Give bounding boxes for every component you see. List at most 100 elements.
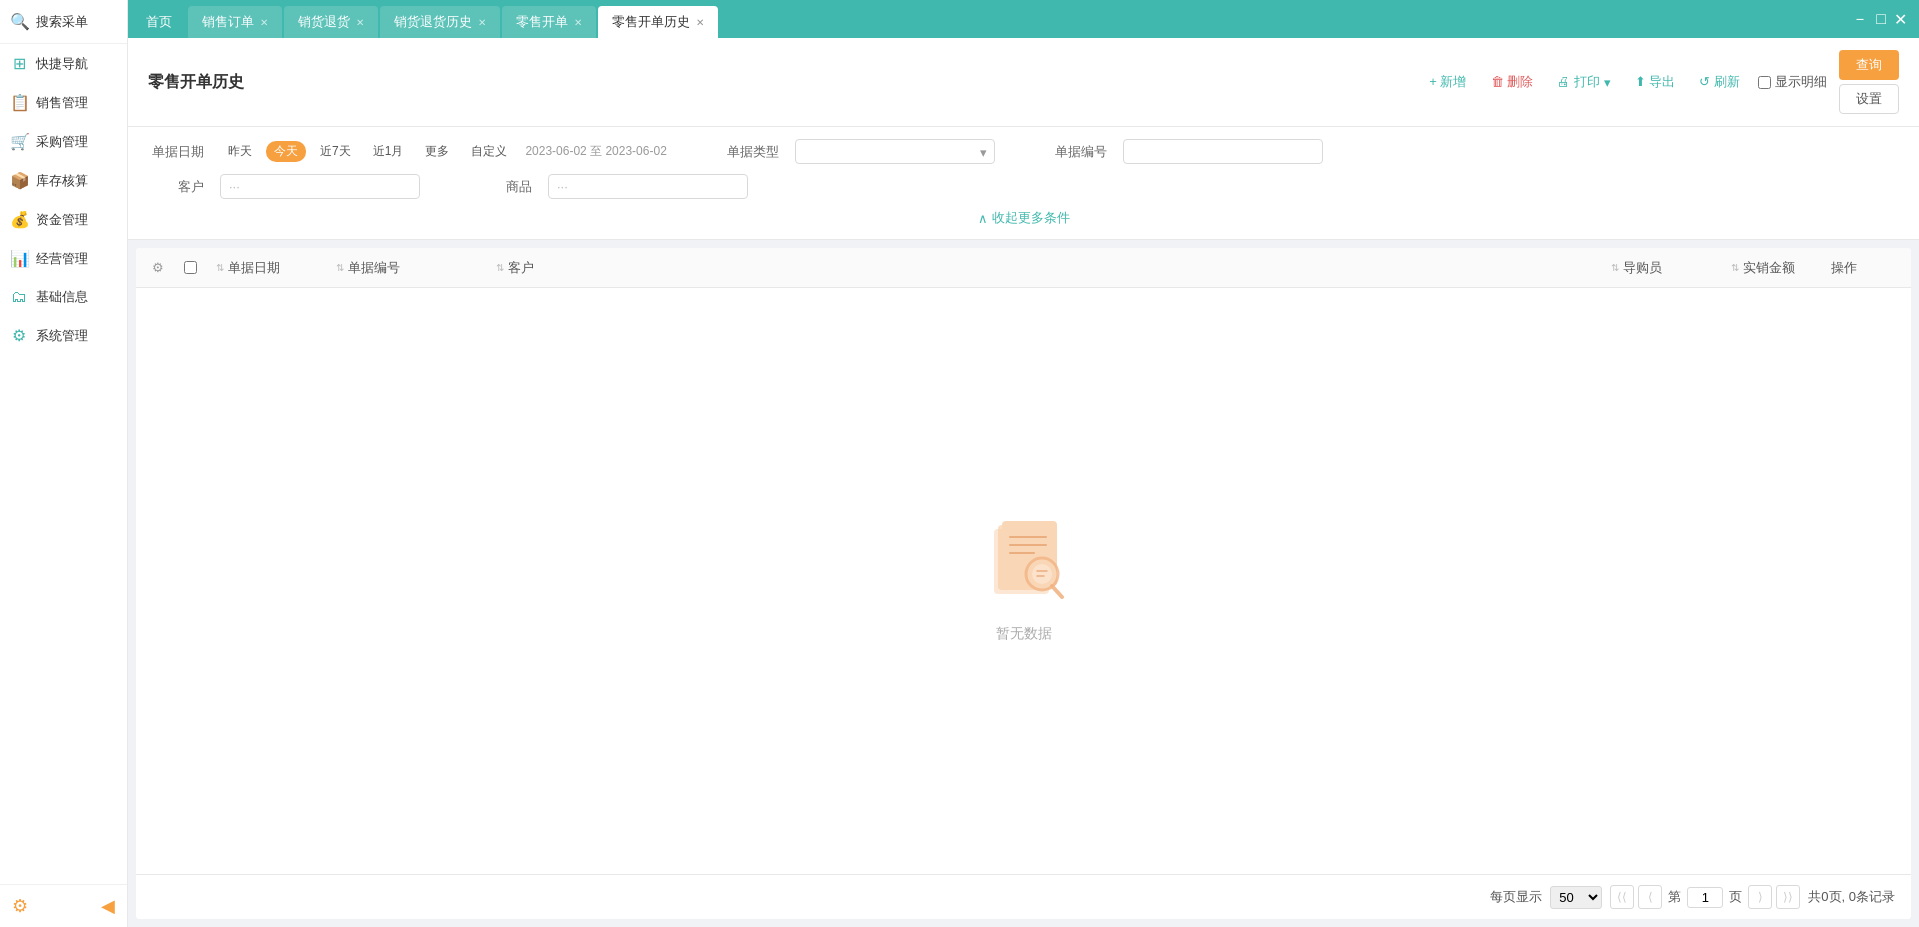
date-more[interactable]: 更多 <box>417 141 457 162</box>
collapse-sidebar-icon[interactable]: ◀ <box>101 895 115 917</box>
add-button[interactable]: + 新增 <box>1423 69 1472 95</box>
sort-customer-icon[interactable]: ⇅ <box>496 262 504 273</box>
tab-return-history[interactable]: 销货退货历史 ✕ <box>380 6 500 38</box>
next-page-btn[interactable]: ⟩ <box>1748 885 1772 909</box>
tab-retail-open-history[interactable]: 零售开单历史 ✕ <box>598 6 718 38</box>
sidebar-item-finance[interactable]: 💰 资金管理 <box>0 200 127 239</box>
date-shortcuts: 昨天 今天 近7天 近1月 更多 自定义 2023-06-02 至 2023-0… <box>220 141 667 162</box>
sidebar-item-label: 基础信息 <box>36 288 88 306</box>
num-input[interactable] <box>1123 139 1323 164</box>
th-check[interactable] <box>176 261 208 274</box>
sort-amount-icon[interactable]: ⇅ <box>1731 262 1739 273</box>
date-custom[interactable]: 自定义 <box>463 141 515 162</box>
window-close[interactable]: ✕ <box>1894 10 1907 29</box>
th-settings[interactable]: ⚙ <box>144 260 176 275</box>
svg-point-7 <box>1032 564 1052 584</box>
show-detail-label: 显示明细 <box>1775 73 1827 91</box>
first-page-btn[interactable]: ⟨⟨ <box>1610 885 1634 909</box>
sidebar-item-inventory[interactable]: 📦 库存核算 <box>0 161 127 200</box>
delete-label: 🗑 删除 <box>1491 73 1534 91</box>
type-select-wrapper <box>795 139 995 164</box>
table-container: ⚙ ⇅ 单据日期 ⇅ 单据编号 ⇅ 客户 ⇅ <box>136 248 1911 919</box>
customer-input[interactable]: ··· <box>220 174 420 199</box>
tab-bar: 首页 销售订单 ✕ 销货退货 ✕ 销货退货历史 ✕ 零售开单 ✕ 零售开单历史 … <box>128 0 1919 38</box>
print-button[interactable]: 🖨 打印 ▾ <box>1551 69 1617 95</box>
pagination: 每页显示 50 100 200 ⟨⟨ ⟨ 第 1 页 ⟩ ⟩⟩ 共0页, 0条记… <box>136 874 1911 919</box>
window-controls: － □ ✕ <box>1852 9 1915 30</box>
window-minimize[interactable]: － <box>1852 9 1868 30</box>
sidebar-item-sales-mgmt[interactable]: 📋 销售管理 <box>0 83 127 122</box>
query-button[interactable]: 查询 <box>1839 50 1899 80</box>
filter-row-1: 单据日期 昨天 今天 近7天 近1月 更多 自定义 2023-06-02 至 2… <box>148 139 1899 164</box>
date-7days[interactable]: 近7天 <box>312 141 359 162</box>
empty-icon <box>974 519 1074 609</box>
window-maximize[interactable]: □ <box>1876 10 1886 28</box>
sidebar-item-label: 销售管理 <box>36 94 88 112</box>
column-settings-icon[interactable]: ⚙ <box>152 260 164 275</box>
type-label: 单据类型 <box>723 143 779 161</box>
tab-retail-open-history-close[interactable]: ✕ <box>696 17 704 28</box>
page-label: 第 <box>1668 888 1681 906</box>
th-guide: ⇅ 导购员 <box>1603 259 1723 277</box>
print-label: 🖨 打印 <box>1557 73 1600 91</box>
sidebar-item-sys-mgmt[interactable]: ⚙ 系统管理 <box>0 316 127 355</box>
export-label: ⬆ 导出 <box>1635 73 1676 91</box>
show-detail-checkbox[interactable] <box>1758 76 1771 89</box>
sidebar-item-label: 经营管理 <box>36 250 88 268</box>
sidebar: 🔍 搜索采单 ⊞ 快捷导航 📋 销售管理 🛒 采购管理 📦 库存核算 💰 资金管… <box>0 0 128 927</box>
filter-row-2: 客户 ··· 商品 ··· <box>148 174 1899 199</box>
sidebar-item-operations[interactable]: 📊 经营管理 <box>0 239 127 278</box>
tab-retail-open-close[interactable]: ✕ <box>574 17 582 28</box>
type-select[interactable] <box>795 139 995 164</box>
operations-icon: 📊 <box>10 249 28 268</box>
sidebar-item-purchase-mgmt[interactable]: 🛒 采购管理 <box>0 122 127 161</box>
tab-sales-order[interactable]: 销售订单 ✕ <box>188 6 282 38</box>
tab-return-history-label: 销货退货历史 <box>394 13 472 31</box>
sidebar-item-quick-nav[interactable]: ⊞ 快捷导航 <box>0 44 127 83</box>
basic-info-icon: 🗂 <box>10 288 28 306</box>
last-page-btn[interactable]: ⟩⟩ <box>1776 885 1800 909</box>
sidebar-item-label: 采购管理 <box>36 133 88 151</box>
settings-button[interactable]: 设置 <box>1839 84 1899 114</box>
purchase-icon: 🛒 <box>10 132 28 151</box>
sort-guide-icon[interactable]: ⇅ <box>1611 262 1619 273</box>
th-date: ⇅ 单据日期 <box>208 259 328 277</box>
tab-home[interactable]: 首页 <box>132 6 186 38</box>
tab-retail-open-label: 零售开单 <box>516 13 568 31</box>
main-area: 首页 销售订单 ✕ 销货退货 ✕ 销货退货历史 ✕ 零售开单 ✕ 零售开单历史 … <box>128 0 1919 927</box>
select-all-checkbox[interactable] <box>184 261 197 274</box>
per-page-select[interactable]: 50 100 200 <box>1550 886 1602 909</box>
prev-page-btn[interactable]: ⟨ <box>1638 885 1662 909</box>
settings-gear-icon[interactable]: ⚙ <box>12 895 28 917</box>
num-label: 单据编号 <box>1051 143 1107 161</box>
customer-label: 客户 <box>148 178 204 196</box>
sidebar-search-label: 搜索采单 <box>36 13 88 31</box>
sidebar-search[interactable]: 🔍 搜索采单 <box>0 0 127 44</box>
tab-return-history-close[interactable]: ✕ <box>478 17 486 28</box>
sort-date-icon[interactable]: ⇅ <box>216 262 224 273</box>
date-yesterday[interactable]: 昨天 <box>220 141 260 162</box>
tab-sales-return[interactable]: 销货退货 ✕ <box>284 6 378 38</box>
th-action: 操作 <box>1823 259 1903 277</box>
th-amount: ⇅ 实销金额 <box>1723 259 1823 277</box>
page-nav: ⟨⟨ ⟨ 第 1 页 ⟩ ⟩⟩ <box>1610 885 1800 909</box>
export-button[interactable]: ⬆ 导出 <box>1629 69 1682 95</box>
date-1month[interactable]: 近1月 <box>365 141 412 162</box>
goods-input[interactable]: ··· <box>548 174 748 199</box>
show-detail-toggle[interactable]: 显示明细 <box>1758 73 1827 91</box>
tab-sales-order-close[interactable]: ✕ <box>260 17 268 28</box>
tab-home-label: 首页 <box>146 13 172 31</box>
sidebar-item-basic-info[interactable]: 🗂 基础信息 <box>0 278 127 316</box>
date-today[interactable]: 今天 <box>266 141 306 162</box>
collapse-conditions[interactable]: ∧ 收起更多条件 <box>148 209 1899 227</box>
page-input[interactable]: 1 <box>1687 887 1723 908</box>
inventory-icon: 📦 <box>10 171 28 190</box>
sidebar-item-label: 库存核算 <box>36 172 88 190</box>
sidebar-item-label: 系统管理 <box>36 327 88 345</box>
delete-button[interactable]: 🗑 删除 <box>1485 69 1540 95</box>
tab-sales-return-close[interactable]: ✕ <box>356 17 364 28</box>
th-num: ⇅ 单据编号 <box>328 259 488 277</box>
sort-num-icon[interactable]: ⇅ <box>336 262 344 273</box>
tab-retail-open[interactable]: 零售开单 ✕ <box>502 6 596 38</box>
refresh-button[interactable]: ↺ 刷新 <box>1693 69 1746 95</box>
